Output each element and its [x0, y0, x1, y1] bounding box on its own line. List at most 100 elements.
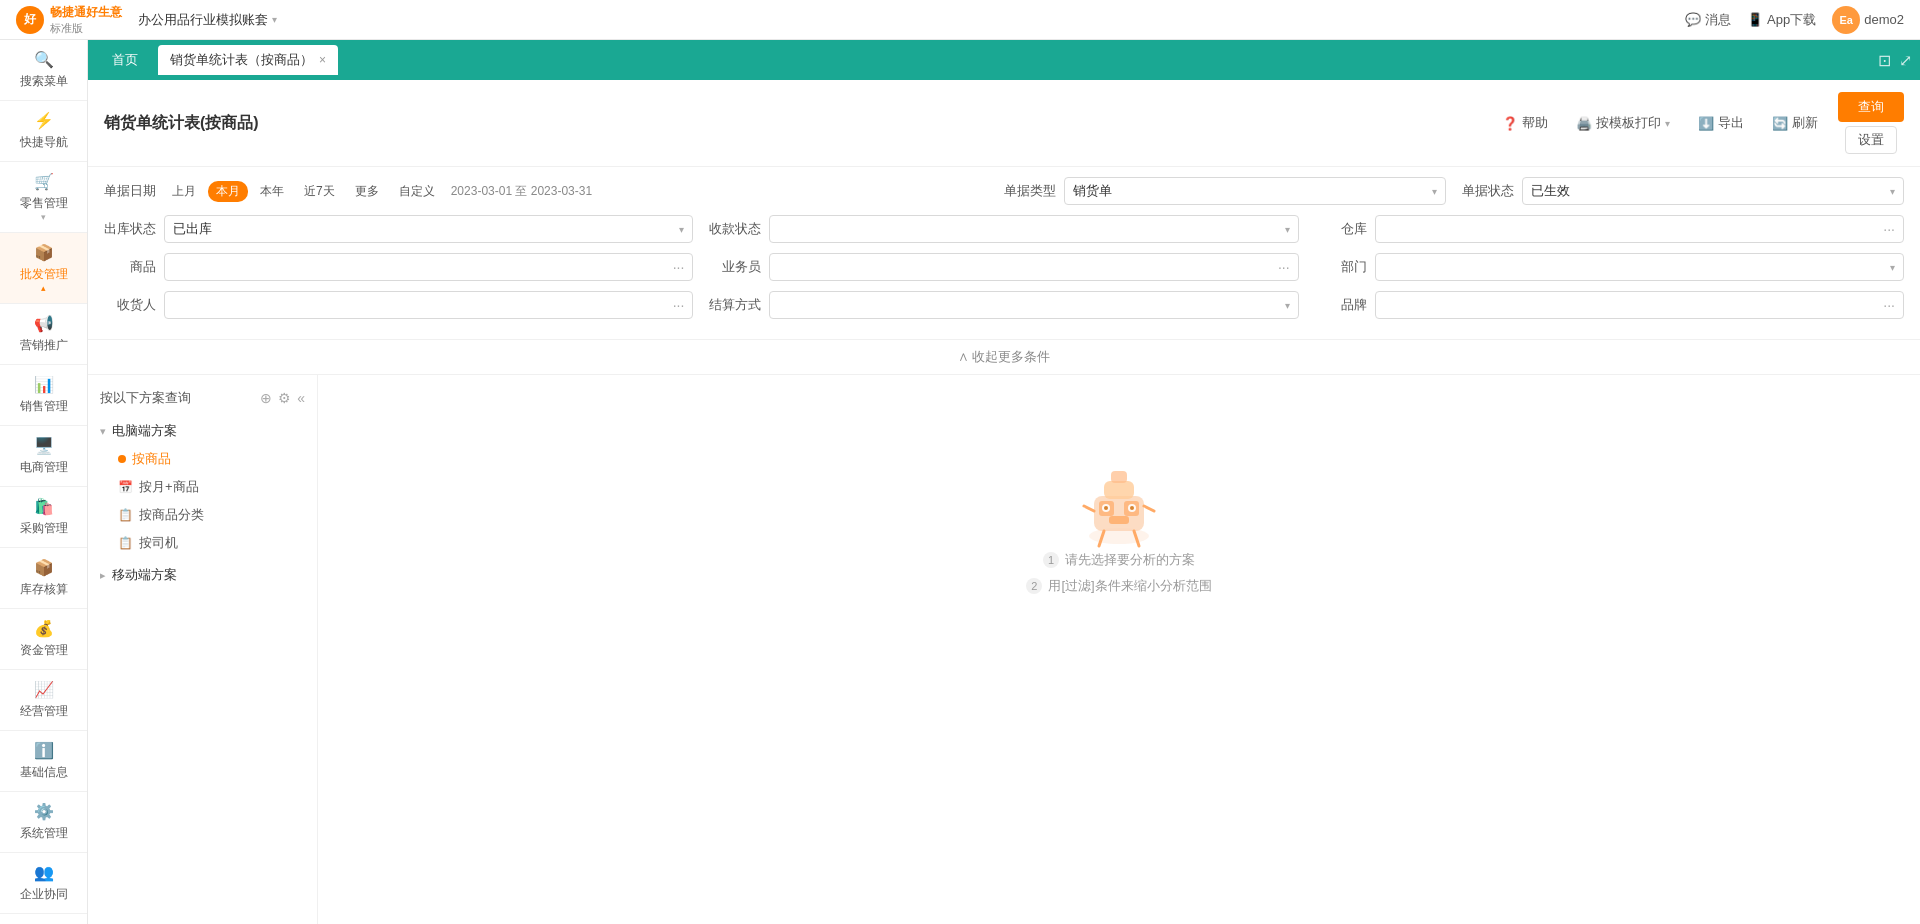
- filter-warehouse: 仓库 ···: [1315, 215, 1904, 243]
- print-button[interactable]: 🖨️ 按模板打印 ▾: [1568, 110, 1678, 136]
- mobile-icon: 📱: [1747, 12, 1763, 27]
- scheme-group-pc-header[interactable]: ▾ 电脑端方案: [88, 417, 317, 445]
- filter-product: 商品 ···: [104, 253, 693, 281]
- product-dots-icon[interactable]: ···: [673, 259, 685, 275]
- this-month-btn[interactable]: 本月: [208, 181, 248, 202]
- scheme-group-mobile-header[interactable]: ▸ 移动端方案: [88, 561, 317, 589]
- tab-sales-stats[interactable]: 销货单统计表（按商品） ×: [158, 45, 338, 75]
- sidebar-item-sales[interactable]: 📊 销售管理: [0, 365, 87, 426]
- sidebar-item-ecommerce[interactable]: 🖥️ 电商管理: [0, 426, 87, 487]
- list-icon: 📋: [118, 508, 133, 522]
- retail-icon: 🛒: [34, 172, 54, 191]
- export-icon: ⬇️: [1698, 116, 1714, 131]
- sidebar-item-quicknav[interactable]: ⚡ 快捷导航: [0, 101, 87, 162]
- filter-row-3: 商品 ··· 业务员 ···: [104, 253, 1904, 281]
- scheme-item-by-month-product[interactable]: 📅 按月+商品: [88, 473, 317, 501]
- receiver-dots-icon[interactable]: ···: [673, 297, 685, 313]
- filter-staff: 业务员 ···: [709, 253, 1298, 281]
- settle-chevron-icon: ▾: [1285, 300, 1290, 311]
- page-title: 销货单统计表(按商品): [104, 113, 259, 134]
- scheme-item-by-category[interactable]: 📋 按商品分类: [88, 501, 317, 529]
- receiver-input[interactable]: ···: [164, 291, 693, 319]
- workspace-selector[interactable]: 办公用品行业模拟账套 ▾: [130, 7, 285, 33]
- warehouse-dots-icon[interactable]: ···: [1883, 221, 1895, 237]
- scheme-collapse-button[interactable]: «: [297, 390, 305, 406]
- export-button[interactable]: ⬇️ 导出: [1690, 110, 1752, 136]
- filter-brand: 品牌 ···: [1315, 291, 1904, 319]
- doctype-select[interactable]: 销货单 ▾: [1064, 177, 1446, 205]
- scheme-item-by-driver[interactable]: 📋 按司机: [88, 529, 317, 557]
- sidebar-item-finance[interactable]: 💰 资金管理: [0, 609, 87, 670]
- tab-close-button[interactable]: ×: [319, 53, 326, 67]
- sidebar-item-system[interactable]: ⚙️ 系统管理: [0, 792, 87, 853]
- dept-chevron-icon: ▾: [1890, 262, 1895, 273]
- empty-hint-1: 1 请先选择要分析的方案: [1043, 551, 1195, 569]
- tab-minimize-button[interactable]: ⊡: [1878, 51, 1891, 70]
- tab-home[interactable]: 首页: [96, 45, 154, 75]
- main-container: 🔍 搜索菜单 ⚡ 快捷导航 🛒 零售管理 ▾ 📦 批发管理 ▴ 📢 营销推广 📊…: [0, 40, 1920, 924]
- expand-icon2: ▴: [41, 283, 46, 293]
- sidebar-item-operation[interactable]: 📈 经营管理: [0, 670, 87, 731]
- chevron-down-icon2: ▾: [100, 425, 106, 438]
- refresh-button[interactable]: 🔄 刷新: [1764, 110, 1826, 136]
- page-header: 销货单统计表(按商品) ❓ 帮助 🖨️ 按模板打印 ▾: [88, 80, 1920, 167]
- date-range-display: 2023-03-01 至 2023-03-31: [451, 183, 592, 200]
- page-content: 销货单统计表(按商品) ❓ 帮助 🖨️ 按模板打印 ▾: [88, 80, 1920, 924]
- date-quick-buttons: 上月 本月 本年 近7天 更多 自定义 2023-03-01 至 2023-03…: [164, 181, 592, 202]
- finance-icon: 💰: [34, 619, 54, 638]
- sidebar-item-purchase[interactable]: 🛍️ 采购管理: [0, 487, 87, 548]
- scheme-item-by-product[interactable]: 按商品: [88, 445, 317, 473]
- custom-date-btn[interactable]: 自定义: [391, 181, 443, 202]
- scheme-settings-button[interactable]: ⚙: [278, 390, 291, 406]
- svg-rect-10: [1111, 471, 1127, 483]
- warehouse-input[interactable]: ···: [1375, 215, 1904, 243]
- app-download-button[interactable]: 📱 App下载: [1747, 11, 1816, 29]
- inventory-icon: 📦: [34, 558, 54, 577]
- message-button[interactable]: 💬 消息: [1685, 11, 1731, 29]
- top-navigation: 好 畅捷通好生意 标准版 办公用品行业模拟账套 ▾ 💬 消息 📱 App下载 E…: [0, 0, 1920, 40]
- dept-select[interactable]: ▾: [1375, 253, 1904, 281]
- staff-dots-icon[interactable]: ···: [1278, 259, 1290, 275]
- collectstatus-select[interactable]: ▾: [769, 215, 1298, 243]
- help-button[interactable]: ❓ 帮助: [1494, 110, 1556, 136]
- brand-input[interactable]: ···: [1375, 291, 1904, 319]
- brand-label: 品牌: [1315, 296, 1367, 314]
- svg-line-11: [1084, 506, 1094, 511]
- sidebar-item-basic[interactable]: ℹ️ 基础信息: [0, 731, 87, 792]
- logo-char: 好: [24, 11, 36, 28]
- outstatus-select[interactable]: 已出库 ▾: [164, 215, 693, 243]
- sidebar-item-retail[interactable]: 🛒 零售管理 ▾: [0, 162, 87, 233]
- sidebar-item-collab[interactable]: 👥 企业协同: [0, 853, 87, 914]
- product-input[interactable]: ···: [164, 253, 693, 281]
- sidebar-item-search[interactable]: 🔍 搜索菜单: [0, 40, 87, 101]
- user-avatar[interactable]: Ea demo2: [1832, 6, 1904, 34]
- top-nav-left: 好 畅捷通好生意 标准版 办公用品行业模拟账套 ▾: [16, 4, 285, 36]
- receiver-label: 收货人: [104, 296, 156, 314]
- settle-select[interactable]: ▾: [769, 291, 1298, 319]
- search-icon: 🔍: [34, 50, 54, 69]
- settings-button[interactable]: 设置: [1845, 126, 1897, 154]
- docstatus-select[interactable]: 已生效 ▾: [1522, 177, 1904, 205]
- top-nav-right: 💬 消息 📱 App下载 Ea demo2: [1685, 6, 1904, 34]
- staff-input[interactable]: ···: [769, 253, 1298, 281]
- last-month-btn[interactable]: 上月: [164, 181, 204, 202]
- sidebar-item-marketing[interactable]: 📢 营销推广: [0, 304, 87, 365]
- brand-dots-icon[interactable]: ···: [1883, 297, 1895, 313]
- last-7days-btn[interactable]: 近7天: [296, 181, 343, 202]
- sidebar-item-inventory[interactable]: 📦 库存核算: [0, 548, 87, 609]
- more-dates-btn[interactable]: 更多: [347, 181, 387, 202]
- warehouse-label: 仓库: [1315, 220, 1367, 238]
- filter-outstatus: 出库状态 已出库 ▾: [104, 215, 693, 243]
- scheme-add-button[interactable]: ⊕: [260, 390, 272, 406]
- this-year-btn[interactable]: 本年: [252, 181, 292, 202]
- tab-expand-button[interactable]: ⤢: [1899, 51, 1912, 70]
- sidebar-item-wholesale[interactable]: 📦 批发管理 ▴: [0, 233, 87, 304]
- collapse-bar[interactable]: ∧ 收起更多条件: [88, 339, 1920, 374]
- svg-rect-9: [1104, 481, 1134, 499]
- wholesale-icon: 📦: [34, 243, 54, 262]
- query-button[interactable]: 查询: [1838, 92, 1904, 122]
- filter-row-2: 出库状态 已出库 ▾ 收款状态 ▾: [104, 215, 1904, 243]
- logo-text: 畅捷通好生意 标准版: [50, 4, 122, 36]
- sidebar-item-guide[interactable]: 🎯 新手引导: [0, 914, 87, 924]
- empty-illustration: [1069, 451, 1169, 551]
